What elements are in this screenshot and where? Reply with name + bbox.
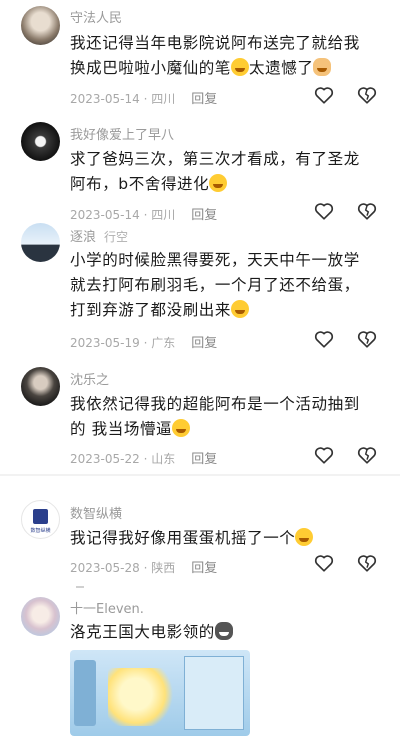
- cat-emoji-icon: [214, 622, 233, 640]
- broken-heart-icon[interactable]: [356, 444, 378, 466]
- reply-button[interactable]: 回复: [191, 92, 217, 107]
- broken-heart-icon[interactable]: [356, 84, 378, 106]
- brand-logo-icon: [33, 509, 48, 524]
- comment-meta: 2023-05-14 · 四川 回复: [70, 92, 218, 107]
- heart-outline-icon[interactable]: [313, 552, 335, 574]
- comment-location: 山东: [151, 452, 176, 466]
- comment-text: 我依然记得我的超能阿布是一个活动抽到的 我当场懵逼: [70, 392, 375, 442]
- avatar-label: 数智纵横: [30, 528, 51, 534]
- reply-button[interactable]: 回复: [191, 561, 217, 576]
- laugh-cry-emoji-icon: [295, 528, 314, 546]
- laugh-cry-emoji-icon: [231, 58, 250, 76]
- avatar[interactable]: [21, 122, 60, 161]
- comment-date: 2023-05-19: [70, 336, 140, 350]
- comment-date: 2023-05-14: [70, 92, 140, 106]
- section-divider: [0, 474, 400, 476]
- broken-heart-icon[interactable]: [356, 328, 378, 350]
- comment-text: 我还记得当年电影院说阿布送完了就给我换成巴啦啦小魔仙的笔 太遗憾了: [70, 31, 375, 81]
- reply-button[interactable]: 回复: [191, 336, 217, 351]
- comment-meta: 2023-05-22 · 山东 回复: [70, 452, 218, 467]
- comment-text-body: 我记得我好像用蛋蛋机摇了一个: [70, 529, 296, 547]
- comment-username[interactable]: 沈乐之: [70, 369, 109, 388]
- comment-date: 2023-05-14: [70, 208, 140, 222]
- comment-text-body: 洛克王国大电影领的: [70, 623, 215, 641]
- reply-button[interactable]: 回复: [191, 452, 217, 467]
- image-sidebar-shape: [74, 660, 96, 726]
- comment-location: 广东: [151, 336, 176, 350]
- comment-username[interactable]: 数智纵横: [70, 503, 122, 522]
- avatar[interactable]: [21, 223, 60, 262]
- image-creature-shape: [108, 668, 178, 726]
- comment-date: 2023-05-22: [70, 452, 140, 466]
- comment-username[interactable]: 守法人民: [70, 7, 122, 26]
- comment-username[interactable]: 十一Eleven.: [70, 598, 144, 617]
- comment-text: 我记得我好像用蛋蛋机摇了一个: [70, 526, 375, 551]
- avatar[interactable]: [21, 6, 60, 45]
- heart-outline-icon[interactable]: [313, 328, 335, 350]
- broken-heart-icon[interactable]: [356, 552, 378, 574]
- comment-meta: 2023-05-19 · 广东 回复: [70, 336, 218, 351]
- comment-location: 四川: [151, 208, 176, 222]
- comment-username[interactable]: 我好像爱上了早八: [70, 124, 174, 143]
- comment-location: 四川: [151, 92, 176, 106]
- comment-username[interactable]: 逐浪 行空: [70, 226, 128, 245]
- grin-emoji-icon: [209, 174, 228, 192]
- comment-text-body: 我依然记得我的超能阿布是一个活动抽到的 我当场懵逼: [70, 395, 360, 438]
- comment-text: 小学的时候脸黑得要死，天天中午一放学就去打阿布刷羽毛，一个月了还不给蛋，打到弃游…: [70, 248, 375, 323]
- heart-outline-icon[interactable]: [313, 200, 335, 222]
- comment-image[interactable]: [70, 650, 250, 736]
- comment-text-body: 小学的时候脸黑得要死，天天中午一放学就去打阿布刷羽毛，一个月了还不给蛋，打到弃游…: [70, 251, 360, 319]
- comment-location: 陕西: [151, 561, 176, 575]
- avatar[interactable]: 数智纵横: [21, 500, 60, 539]
- comment-meta: 2023-05-28 · 陕西 回复: [70, 561, 218, 576]
- collapse-dash: [76, 586, 84, 588]
- comment-text-tail: 太遗憾了: [249, 59, 314, 77]
- comment-meta: 2023-05-14 · 四川 回复: [70, 208, 218, 223]
- comment-date: 2023-05-28: [70, 561, 140, 575]
- laugh-cry-emoji-icon: [231, 300, 250, 318]
- avatar[interactable]: [21, 367, 60, 406]
- image-panel-shape: [184, 656, 244, 730]
- dog-emoji-icon: [313, 58, 332, 76]
- laugh-cry-emoji-icon: [172, 419, 191, 437]
- reply-button[interactable]: 回复: [191, 208, 217, 223]
- comment-text: 洛克王国大电影领的: [70, 620, 375, 645]
- broken-heart-icon[interactable]: [356, 200, 378, 222]
- comment-username-text: 逐浪: [70, 230, 97, 245]
- avatar[interactable]: [21, 597, 60, 636]
- user-tag: 行空: [104, 230, 129, 244]
- heart-outline-icon[interactable]: [313, 444, 335, 466]
- comment-text: 求了爸妈三次，第三次才看成，有了圣龙阿布，b不舍得进化: [70, 147, 375, 197]
- heart-outline-icon[interactable]: [313, 84, 335, 106]
